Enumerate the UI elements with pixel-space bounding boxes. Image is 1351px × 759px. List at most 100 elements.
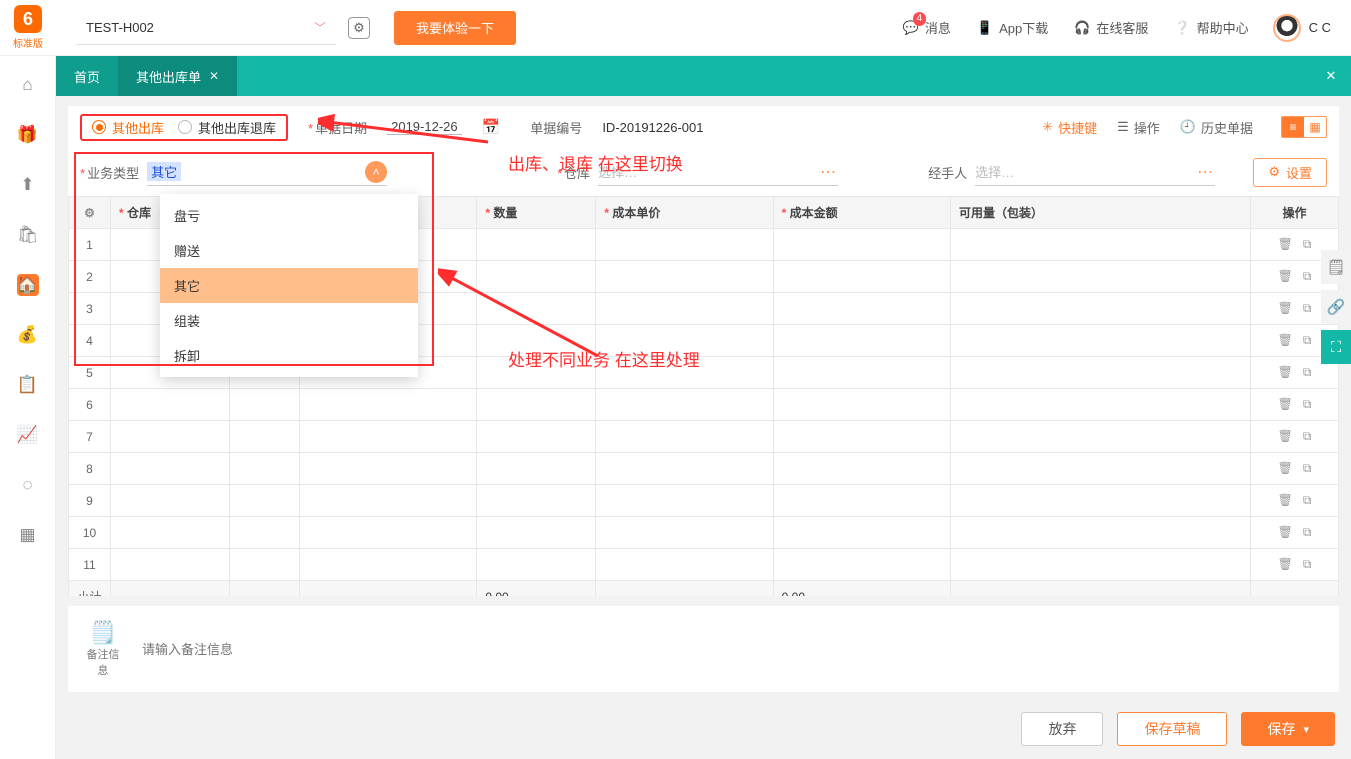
radio-other-outbound-return[interactable]: 其他出库退库 [178,118,276,137]
biz-type-option[interactable]: 盘亏 [160,198,418,233]
hotkey-button[interactable]: ✳ 快捷键 [1042,118,1097,137]
handler-field[interactable]: 经手人 选择…⋯ [928,158,1215,186]
finance-icon[interactable]: 💰 [17,324,39,346]
delete-row-icon[interactable]: 🗑 [1278,269,1293,283]
app-header: TEST-H002 ﹀ ⚙ 我要体验一下 💬 消息 4 📱 App下载 🎧 在线… [56,0,1351,56]
doc-no-label: 单据编号 [530,118,582,137]
headset-icon: 🎧 [1074,20,1090,36]
copy-row-icon[interactable]: ⧉ [1303,301,1312,315]
chevron-up-icon[interactable]: ˄ [365,161,387,183]
subtotal-row: 小计0.000.00 [69,581,1339,597]
delete-row-icon[interactable]: 🗑 [1278,461,1293,475]
inbound-icon[interactable]: ⬆ [17,174,39,196]
view-toggle[interactable]: ≡▦ [1281,116,1327,138]
delete-row-icon[interactable]: 🗑 [1278,365,1293,379]
col-config-icon[interactable]: ⚙ [69,197,111,229]
bag-icon[interactable]: 🛍 [17,224,39,246]
table-row[interactable]: 11🗑⧉ [69,549,1339,581]
discard-button[interactable]: 放弃 [1021,712,1103,746]
report-icon[interactable]: 📈 [17,424,39,446]
warehouse-icon[interactable]: 🏠 [17,274,39,296]
table-row[interactable]: 10🗑⧉ [69,517,1339,549]
note-rail-icon[interactable]: 🗒 [1321,250,1351,284]
delete-row-icon[interactable]: 🗑 [1278,333,1293,347]
biz-type-option[interactable]: 组装 [160,303,418,338]
footer-actions: 放弃 保存草稿 保存 [68,702,1339,756]
doc-no-value: ID-20191226-001 [602,120,703,135]
notes-icon: 🗒️ 备注信息 [86,620,120,678]
copy-row-icon[interactable]: ⧉ [1303,365,1312,379]
brand-logo: 6 [14,5,42,33]
table-row[interactable]: 6🗑⧉ [69,389,1339,421]
brand-block: 6 标准版 [0,0,56,56]
table-row[interactable]: 9🗑⧉ [69,485,1339,517]
avatar[interactable] [1273,14,1301,42]
online-service-button[interactable]: 🎧 在线客服 [1074,18,1148,37]
tab-home[interactable]: 首页 [56,56,118,96]
operate-button[interactable]: ☰ 操作 [1117,118,1160,137]
chevron-down-icon: ﹀ [314,19,326,36]
right-rail: 🗒 🔗 ⛶ [1321,250,1351,364]
help-center-button[interactable]: ❔ 帮助中心 [1174,18,1248,37]
delete-row-icon[interactable]: 🗑 [1278,237,1293,251]
copy-row-icon[interactable]: ⧉ [1303,429,1312,443]
copy-row-icon[interactable]: ⧉ [1303,525,1312,539]
delete-row-icon[interactable]: 🗑 [1278,301,1293,315]
table-row[interactable]: 7🗑⧉ [69,421,1339,453]
table-row[interactable]: 8🗑⧉ [69,453,1339,485]
copy-row-icon[interactable]: ⧉ [1303,557,1312,571]
close-all-tabs-icon[interactable]: ✕ [1311,56,1351,96]
doc-date-value[interactable]: 2019-12-26 [387,119,462,135]
clipboard-icon[interactable]: 📋 [17,374,39,396]
save-draft-button[interactable]: 保存草稿 [1117,712,1227,746]
delete-row-icon[interactable]: 🗑 [1278,557,1293,571]
copy-row-icon[interactable]: ⧉ [1303,461,1312,475]
more-icon[interactable]: ⋯ [1197,162,1215,182]
copy-row-icon[interactable]: ⧉ [1303,237,1312,251]
messages-button[interactable]: 💬 消息 4 [903,18,951,37]
help-icon: ❔ [1174,20,1190,36]
configure-button[interactable]: ⚙ 设置 [1253,158,1327,187]
list-view-icon[interactable]: ≡ [1282,117,1304,137]
delete-row-icon[interactable]: 🗑 [1278,429,1293,443]
app-download-button[interactable]: 📱 App下载 [977,18,1048,37]
sync-icon[interactable]: ◌ [17,474,39,496]
org-picker[interactable]: TEST-H002 ﹀ [76,11,336,45]
remarks-input[interactable] [142,642,1321,657]
copy-row-icon[interactable]: ⧉ [1303,397,1312,411]
close-tab-icon[interactable]: ✕ [209,69,219,83]
remarks-panel: 🗒️ 备注信息 [68,606,1339,692]
save-button[interactable]: 保存 [1241,712,1335,746]
copy-row-icon[interactable]: ⧉ [1303,493,1312,507]
col-ops: 操作 [1251,197,1339,229]
home-icon[interactable]: ⌂ [17,74,39,96]
misc-icon[interactable]: ▦ [17,524,39,546]
tab-other-outbound[interactable]: 其他出库单 ✕ [118,56,237,96]
settings-icon[interactable]: ⚙ [348,17,370,39]
biz-type-field[interactable]: *业务类型 其它 ˄ 盘亏赠送其它组装拆卸 [80,158,387,186]
more-icon[interactable]: ⋯ [820,162,838,182]
copy-row-icon[interactable]: ⧉ [1303,269,1312,283]
link-rail-icon[interactable]: 🔗 [1321,290,1351,324]
outbound-type-radio-group: 其他出库 其他出库退库 [80,114,288,141]
warehouse-field[interactable]: *仓库 选择…⋯ [557,158,838,186]
biz-type-option[interactable]: 赠送 [160,233,418,268]
biz-type-option[interactable]: 拆卸 [160,338,418,373]
messages-label: 消息 [925,18,951,37]
brand-version: 标准版 [13,35,43,50]
user-name: C C [1309,20,1331,35]
card-view-icon[interactable]: ▦ [1304,117,1326,137]
calendar-icon[interactable]: 📅 [482,118,501,136]
radio-other-outbound[interactable]: 其他出库 [92,118,164,137]
main-area: 其他出库 其他出库退库 *单据日期 2019-12-26 📅 单据编号 ID-2… [56,96,1351,759]
copy-row-icon[interactable]: ⧉ [1303,333,1312,347]
expand-rail-icon[interactable]: ⛶ [1321,330,1351,364]
delete-row-icon[interactable]: 🗑 [1278,397,1293,411]
col-available: 可用量（包装） [951,197,1251,229]
delete-row-icon[interactable]: 🗑 [1278,525,1293,539]
delete-row-icon[interactable]: 🗑 [1278,493,1293,507]
gift-icon[interactable]: 🎁 [17,124,39,146]
history-button[interactable]: 🕘 历史单据 [1180,118,1253,137]
biz-type-option[interactable]: 其它 [160,268,418,303]
promo-button[interactable]: 我要体验一下 [394,11,516,45]
